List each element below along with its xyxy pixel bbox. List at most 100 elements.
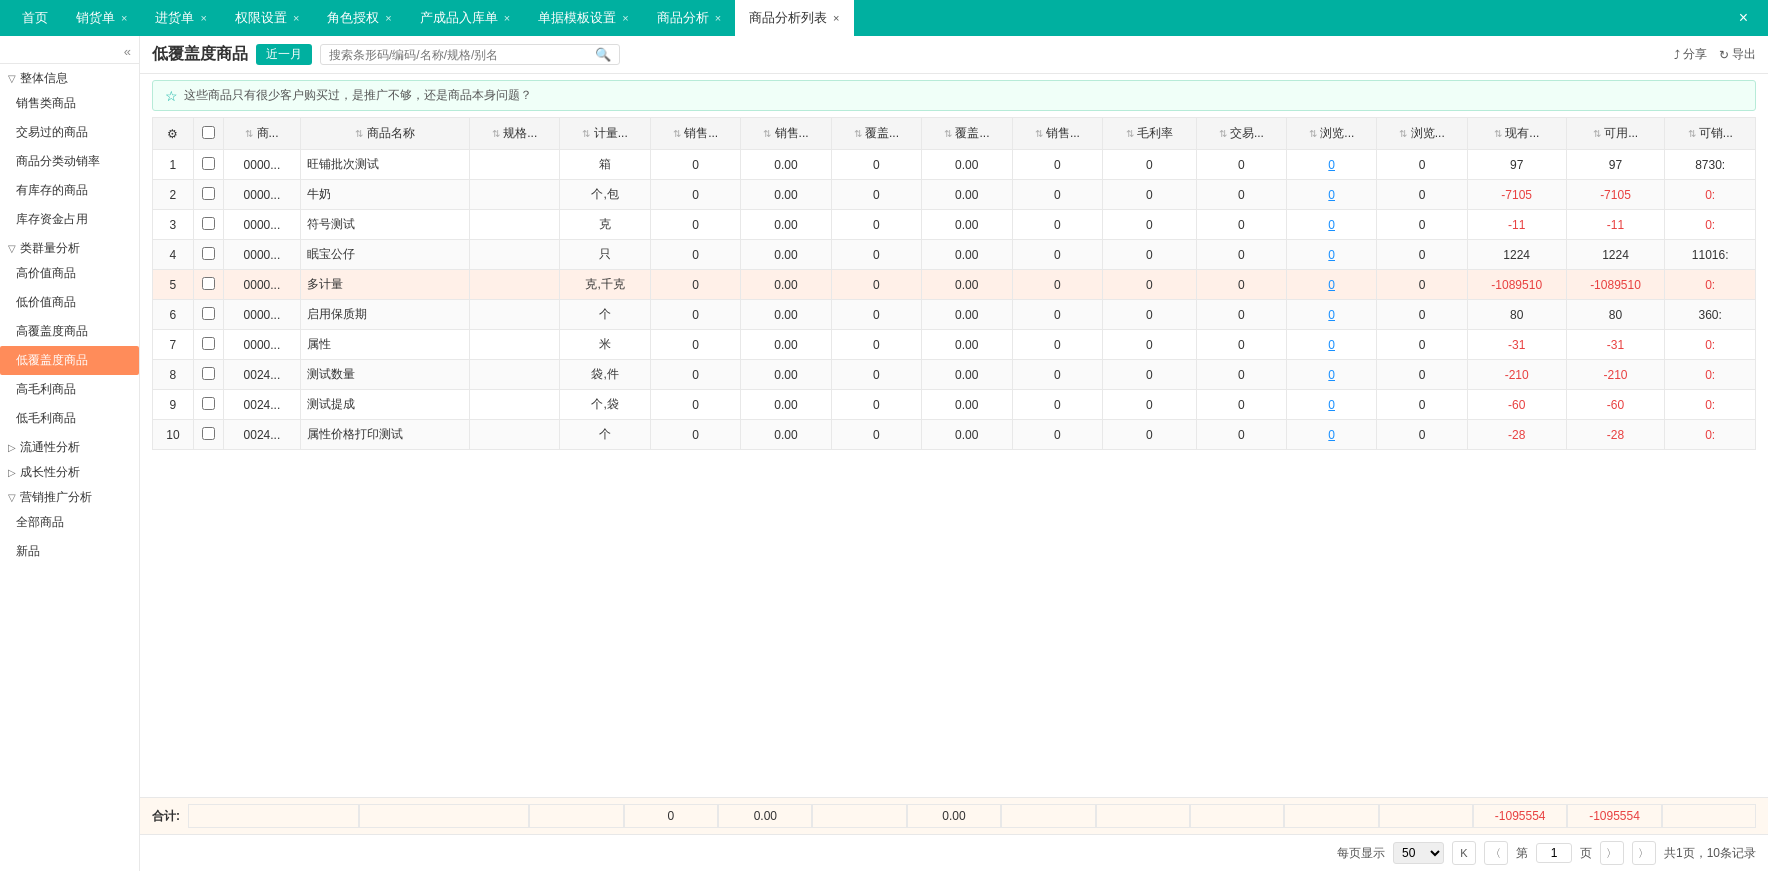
sidebar-collapse-button[interactable]: «	[124, 44, 131, 59]
sidebar-item-sales-goods[interactable]: 销售类商品	[0, 89, 139, 118]
row-checkbox-input[interactable]	[202, 337, 215, 350]
stock2-col-header[interactable]: ⇅ 可用...	[1566, 118, 1665, 150]
row-browse1[interactable]: 0	[1286, 300, 1376, 330]
close-icon[interactable]: ×	[293, 12, 299, 24]
unit-col-header[interactable]: ⇅ 计量...	[560, 118, 650, 150]
row-checkbox-input[interactable]	[202, 367, 215, 380]
share-button[interactable]: ⤴ 分享	[1674, 46, 1707, 63]
sidebar-item-inventory-capital[interactable]: 库存资金占用	[0, 205, 139, 234]
row-checkbox-input[interactable]	[202, 397, 215, 410]
trans-col-header[interactable]: ⇅ 交易...	[1196, 118, 1286, 150]
row-checkbox-input[interactable]	[202, 277, 215, 290]
page-number-input[interactable]	[1536, 843, 1572, 863]
sidebar-section-overall[interactable]: ▽ 整体信息	[0, 64, 139, 89]
close-icon[interactable]: ×	[385, 12, 391, 24]
prev-page-button[interactable]: 〈	[1484, 841, 1508, 865]
sidebar-item-stocked-goods[interactable]: 有库存的商品	[0, 176, 139, 205]
code-col-header[interactable]: ⇅ 商...	[223, 118, 300, 150]
row-unit: 袋,件	[560, 360, 650, 390]
row-checkbox[interactable]	[193, 180, 223, 210]
sidebar-item-high-coverage[interactable]: 高覆盖度商品	[0, 317, 139, 346]
sidebar-item-low-margin[interactable]: 低毛利商品	[0, 404, 139, 433]
row-browse1[interactable]: 0	[1286, 150, 1376, 180]
row-browse1[interactable]: 0	[1286, 210, 1376, 240]
row-checkbox[interactable]	[193, 210, 223, 240]
row-checkbox[interactable]	[193, 270, 223, 300]
row-checkbox[interactable]	[193, 420, 223, 450]
nav-templates[interactable]: 单据模板设置 ×	[524, 0, 642, 36]
last-page-button[interactable]: 〉	[1632, 841, 1656, 865]
settings-col-header[interactable]: ⚙	[153, 118, 194, 150]
search-icon[interactable]: 🔍	[595, 47, 611, 62]
row-stock3: 0:	[1665, 420, 1756, 450]
close-icon[interactable]: ×	[121, 12, 127, 24]
browse2-col-header[interactable]: ⇅ 浏览...	[1377, 118, 1467, 150]
row-checkbox-input[interactable]	[202, 187, 215, 200]
stock1-col-header[interactable]: ⇅ 现有...	[1467, 118, 1566, 150]
nav-home[interactable]: 首页	[8, 0, 62, 36]
sidebar-item-all-goods[interactable]: 全部商品	[0, 508, 139, 537]
sales-amt-col-header[interactable]: ⇅ 销售...	[741, 118, 831, 150]
row-browse1[interactable]: 0	[1286, 270, 1376, 300]
row-checkbox[interactable]	[193, 240, 223, 270]
cover2-col-header[interactable]: ⇅ 覆盖...	[922, 118, 1012, 150]
row-browse1[interactable]: 0	[1286, 180, 1376, 210]
nav-permissions[interactable]: 权限设置 ×	[221, 0, 313, 36]
nav-sales[interactable]: 销货单 ×	[62, 0, 141, 36]
gross-col-header[interactable]: ⇅ 毛利率	[1102, 118, 1196, 150]
sidebar-section-liquidity[interactable]: ▷ 流通性分析	[0, 433, 139, 458]
sidebar-item-new-goods[interactable]: 新品	[0, 537, 139, 566]
sidebar-item-category-turnover[interactable]: 商品分类动销率	[0, 147, 139, 176]
row-checkbox-input[interactable]	[202, 427, 215, 440]
time-filter-button[interactable]: 近一月	[256, 44, 312, 65]
row-browse1[interactable]: 0	[1286, 240, 1376, 270]
close-icon[interactable]: ×	[715, 12, 721, 24]
row-checkbox-input[interactable]	[202, 307, 215, 320]
sales-qty-col-header[interactable]: ⇅ 销售...	[650, 118, 740, 150]
first-page-button[interactable]: K	[1452, 841, 1476, 865]
next-page-button[interactable]: 〉	[1600, 841, 1624, 865]
sidebar-item-high-value[interactable]: 高价值商品	[0, 259, 139, 288]
select-all-checkbox[interactable]	[202, 126, 215, 139]
name-col-header[interactable]: ⇅ 商品名称	[300, 118, 469, 150]
sidebar-item-low-coverage[interactable]: 低覆盖度商品	[0, 346, 139, 375]
row-checkbox[interactable]	[193, 390, 223, 420]
sidebar-item-traded-goods[interactable]: 交易过的商品	[0, 118, 139, 147]
row-checkbox-input[interactable]	[202, 157, 215, 170]
row-browse1[interactable]: 0	[1286, 330, 1376, 360]
sales3-col-header[interactable]: ⇅ 销售...	[1012, 118, 1102, 150]
nav-roles[interactable]: 角色授权 ×	[313, 0, 405, 36]
sidebar-section-group-analysis[interactable]: ▽ 类群量分析	[0, 234, 139, 259]
sidebar-section-marketing[interactable]: ▽ 营销推广分析	[0, 483, 139, 508]
row-browse1[interactable]: 0	[1286, 360, 1376, 390]
row-checkbox[interactable]	[193, 360, 223, 390]
row-cover1: 0	[831, 390, 921, 420]
sidebar-section-growth[interactable]: ▷ 成长性分析	[0, 458, 139, 483]
browse1-col-header[interactable]: ⇅ 浏览...	[1286, 118, 1376, 150]
row-checkbox[interactable]	[193, 300, 223, 330]
search-input[interactable]	[329, 48, 595, 62]
nav-products[interactable]: 产成品入库单 ×	[406, 0, 524, 36]
row-checkbox-input[interactable]	[202, 217, 215, 230]
close-icon[interactable]: ×	[622, 12, 628, 24]
row-browse1[interactable]: 0	[1286, 420, 1376, 450]
nav-purchase[interactable]: 进货单 ×	[141, 0, 220, 36]
sidebar-item-low-value[interactable]: 低价值商品	[0, 288, 139, 317]
row-checkbox[interactable]	[193, 150, 223, 180]
export-button[interactable]: ↻ 导出	[1719, 46, 1756, 63]
close-icon[interactable]: ×	[200, 12, 206, 24]
row-checkbox-input[interactable]	[202, 247, 215, 260]
row-checkbox[interactable]	[193, 330, 223, 360]
nav-product-analysis[interactable]: 商品分析 ×	[643, 0, 735, 36]
close-icon[interactable]: ×	[504, 12, 510, 24]
spec-col-header[interactable]: ⇅ 规格...	[469, 118, 559, 150]
window-close-button[interactable]: ×	[1727, 9, 1760, 27]
stock3-col-header[interactable]: ⇅ 可销...	[1665, 118, 1756, 150]
checkbox-col-header[interactable]	[193, 118, 223, 150]
cover1-col-header[interactable]: ⇅ 覆盖...	[831, 118, 921, 150]
page-size-select[interactable]: 50 20 100	[1393, 842, 1444, 864]
close-icon[interactable]: ×	[833, 12, 839, 24]
sidebar-item-high-margin[interactable]: 高毛利商品	[0, 375, 139, 404]
row-browse1[interactable]: 0	[1286, 390, 1376, 420]
nav-product-analysis-list[interactable]: 商品分析列表 ×	[735, 0, 853, 36]
